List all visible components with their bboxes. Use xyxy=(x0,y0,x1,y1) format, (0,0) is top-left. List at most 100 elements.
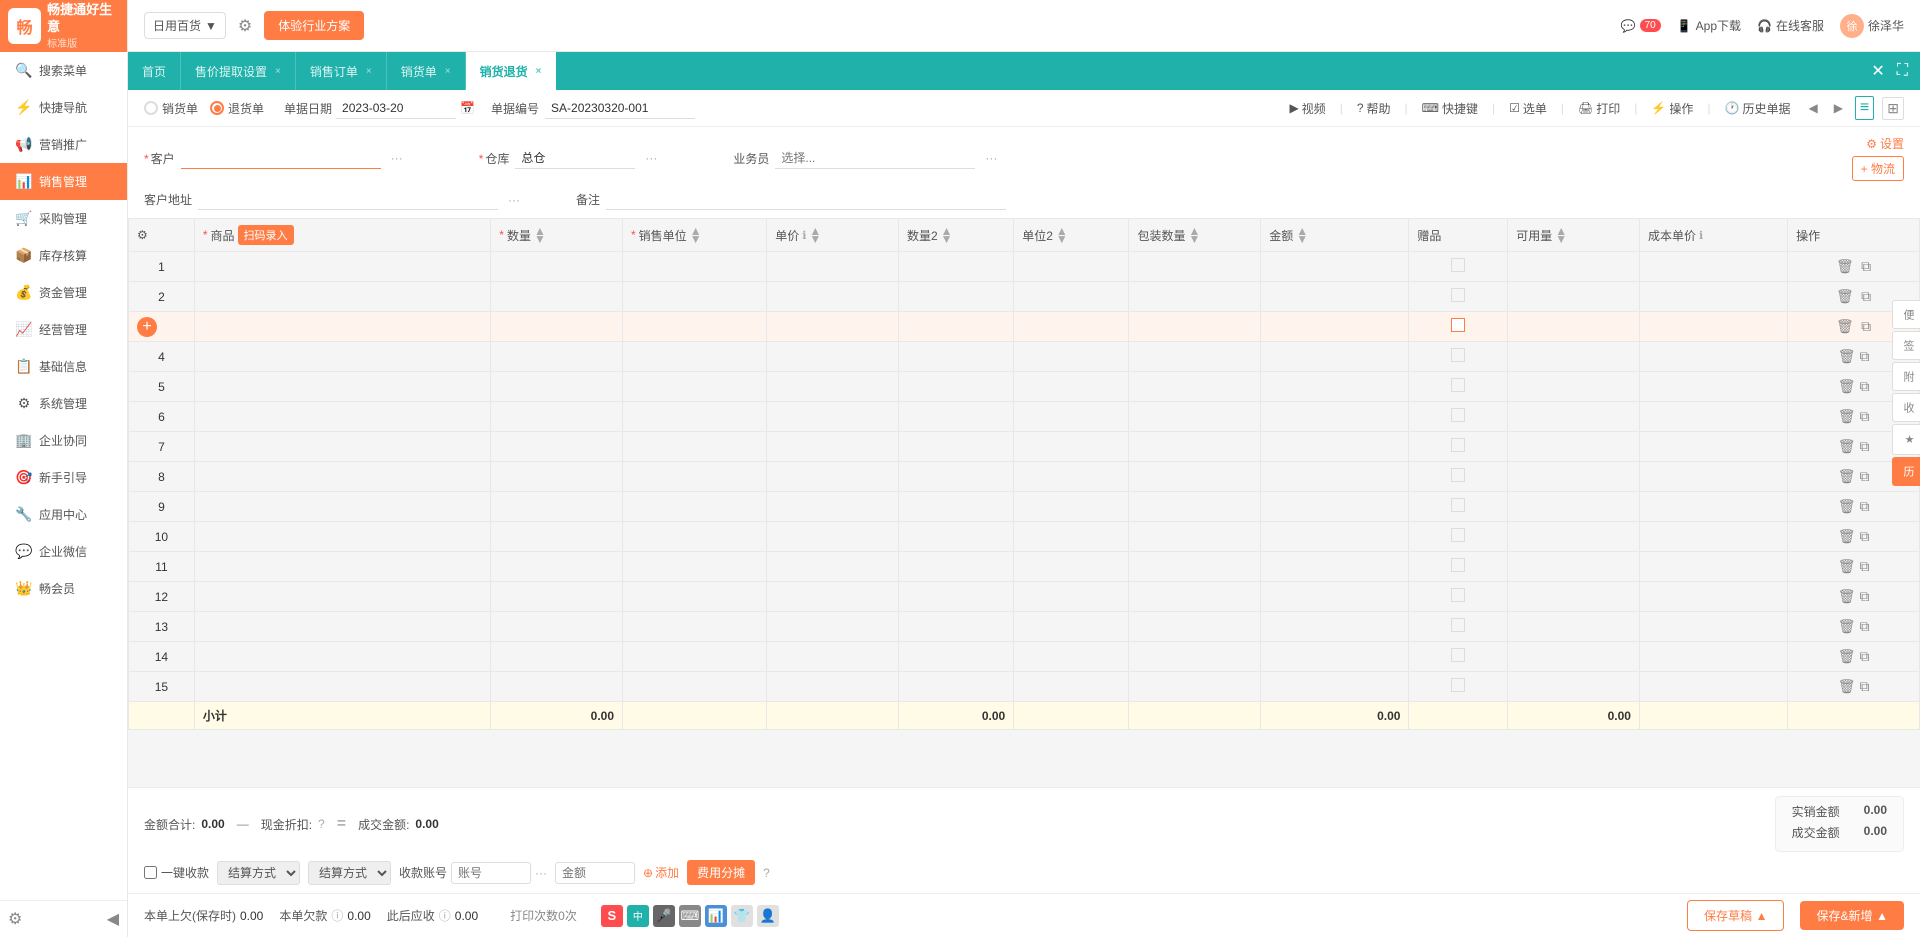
delete-row-btn[interactable]: 🗑 xyxy=(1836,436,1858,457)
tab-maximize-button[interactable]: ⛶ xyxy=(1893,60,1912,82)
prev-icon[interactable]: ◀ xyxy=(1804,99,1821,117)
one-click-pay-check[interactable] xyxy=(144,866,157,879)
address-dots-icon[interactable]: ··· xyxy=(508,193,520,207)
calc-method-select[interactable]: 结算方式 xyxy=(308,861,391,885)
copy-row-btn[interactable]: ⧉ xyxy=(1857,676,1871,697)
row-qty2-3[interactable] xyxy=(898,312,1013,342)
delete-row-btn[interactable]: 🗑 xyxy=(1834,316,1856,337)
next-icon[interactable]: ▶ xyxy=(1830,99,1847,117)
settlement-select[interactable]: 结算方式 xyxy=(217,861,300,885)
copy-row-btn[interactable]: ⧉ xyxy=(1857,526,1871,547)
tab-close-icon[interactable]: × xyxy=(445,66,451,77)
trial-button[interactable]: 体验行业方案 xyxy=(264,11,364,40)
footer-help-icon[interactable]: ? xyxy=(763,866,770,880)
account-dots-icon[interactable]: ··· xyxy=(535,866,547,880)
note-input[interactable] xyxy=(606,189,1006,210)
price-info-icon[interactable]: ℹ xyxy=(802,229,806,242)
video-btn[interactable]: ▶ 视频 xyxy=(1283,97,1331,120)
number-input[interactable] xyxy=(545,98,695,119)
tab-price-settings[interactable]: 售价提取设置 × xyxy=(181,52,296,90)
row-pkg-1[interactable] xyxy=(1129,252,1261,282)
sidebar-item-inventory[interactable]: 📦 库存核算 xyxy=(0,237,127,274)
copy-row-btn[interactable]: ⧉ xyxy=(1857,646,1871,667)
delete-row-btn[interactable]: 🗑 xyxy=(1834,286,1856,307)
icon-person[interactable]: 👤 xyxy=(757,905,779,927)
copy-row-btn[interactable]: ⧉ xyxy=(1857,436,1871,457)
row-qty-2[interactable] xyxy=(491,282,623,312)
date-input[interactable] xyxy=(336,98,456,119)
delete-row-btn[interactable]: 🗑 xyxy=(1834,256,1856,277)
cost-info-icon[interactable]: ℹ xyxy=(1699,229,1703,242)
row-price-1[interactable] xyxy=(767,252,899,282)
header-gear-icon[interactable]: ⚙ xyxy=(238,16,252,36)
settings-button[interactable]: ⚙ 设置 xyxy=(1866,135,1904,152)
row-qty-1[interactable] xyxy=(491,252,623,282)
delete-row-btn[interactable]: 🗑 xyxy=(1836,406,1858,427)
row-available-2[interactable] xyxy=(1508,282,1640,312)
copy-row-btn[interactable]: ⧉ xyxy=(1857,376,1871,397)
history-btn[interactable]: 🕐 历史单据 xyxy=(1718,97,1796,120)
copy-row-btn[interactable]: ⧉ xyxy=(1857,496,1871,517)
sidebar-item-purchase[interactable]: 🛒 采购管理 xyxy=(0,200,127,237)
tab-close-active-icon[interactable]: × xyxy=(536,66,542,77)
sidebar-item-shortcut[interactable]: ⚡ 快捷导航 xyxy=(0,89,127,126)
tab-sales-order[interactable]: 销售订单 × xyxy=(296,52,387,90)
delete-row-btn[interactable]: 🗑 xyxy=(1836,556,1858,577)
select-btn[interactable]: ☑ 选单 xyxy=(1503,97,1553,120)
sidebar-item-search[interactable]: 🔍 搜索菜单 xyxy=(0,52,127,89)
sidebar-item-system[interactable]: ⚙ 系统管理 xyxy=(0,385,127,422)
icon-key[interactable]: ⌨ xyxy=(679,905,701,927)
th-settings[interactable]: ⚙ xyxy=(129,219,195,252)
row-cost-2[interactable] xyxy=(1639,282,1787,312)
row-available-3[interactable] xyxy=(1508,312,1640,342)
copy-row-btn[interactable]: ⧉ xyxy=(1857,406,1871,427)
right-panel-btn-sign[interactable]: 签 xyxy=(1892,331,1920,360)
help-btn[interactable]: ? 帮助 xyxy=(1351,97,1397,120)
staff-input[interactable] xyxy=(775,148,975,169)
sidebar-item-enterprise[interactable]: 🏢 企业协同 xyxy=(0,422,127,459)
address-input[interactable] xyxy=(198,189,498,210)
radio-sales-delivery[interactable]: 销货单 xyxy=(144,100,198,117)
warehouse-dots-icon[interactable]: ··· xyxy=(645,151,657,165)
right-panel-btn-collect[interactable]: 收 xyxy=(1892,393,1920,422)
delete-row-btn[interactable]: 🗑 xyxy=(1836,676,1858,697)
copy-row-btn[interactable]: ⧉ xyxy=(1859,316,1873,337)
copy-row-btn[interactable]: ⧉ xyxy=(1857,346,1871,367)
customer-dots-icon[interactable]: ··· xyxy=(391,151,403,165)
row-price-3[interactable] xyxy=(767,312,899,342)
row-qty-3[interactable] xyxy=(491,312,623,342)
row-gift-1[interactable] xyxy=(1409,252,1508,282)
row-unit2-2[interactable] xyxy=(1014,282,1129,312)
icon-chart[interactable]: 📊 xyxy=(705,905,727,927)
tab-home[interactable]: 首页 xyxy=(128,52,181,90)
row-unit2-3[interactable] xyxy=(1014,312,1129,342)
row-cost-3[interactable] xyxy=(1639,312,1787,342)
row-unit-1[interactable] xyxy=(623,252,767,282)
right-panel-btn-note[interactable]: 便 xyxy=(1892,300,1920,329)
copy-row-btn[interactable]: ⧉ xyxy=(1859,286,1873,307)
sidebar-collapse-icon[interactable]: ◀ xyxy=(107,909,119,929)
save-new-button[interactable]: 保存&新增 ▲ xyxy=(1800,901,1904,930)
print-btn[interactable]: 🖨 打印 xyxy=(1572,97,1626,120)
calendar-icon[interactable]: 📅 xyxy=(460,101,475,115)
right-panel-btn-attach[interactable]: 附 xyxy=(1892,362,1920,391)
row-qty2-1[interactable] xyxy=(898,252,1013,282)
row-unit-2[interactable] xyxy=(623,282,767,312)
add-row-button[interactable]: + xyxy=(137,317,157,337)
sidebar-item-marketing[interactable]: 📢 营销推广 xyxy=(0,126,127,163)
sidebar-item-finance[interactable]: 💰 资金管理 xyxy=(0,274,127,311)
row-goods-3[interactable] xyxy=(194,312,490,342)
daily-select[interactable]: 日用百货 ▼ xyxy=(144,12,226,39)
row-amount-3[interactable] xyxy=(1261,312,1409,342)
row-goods-1[interactable] xyxy=(194,252,490,282)
row-amount-1[interactable] xyxy=(1261,252,1409,282)
app-download-group[interactable]: 📱 App下载 xyxy=(1677,17,1741,34)
row-qty2-2[interactable] xyxy=(898,282,1013,312)
online-service-group[interactable]: 🎧 在线客服 xyxy=(1757,17,1824,34)
delete-row-btn[interactable]: 🗑 xyxy=(1836,586,1858,607)
save-draft-button[interactable]: 保存草稿 ▲ xyxy=(1687,900,1785,931)
tab-sales-delivery[interactable]: 销货单 × xyxy=(387,52,466,90)
delete-row-btn[interactable]: 🗑 xyxy=(1836,346,1858,367)
sidebar-item-apps[interactable]: 🔧 应用中心 xyxy=(0,496,127,533)
row-unit2-1[interactable] xyxy=(1014,252,1129,282)
